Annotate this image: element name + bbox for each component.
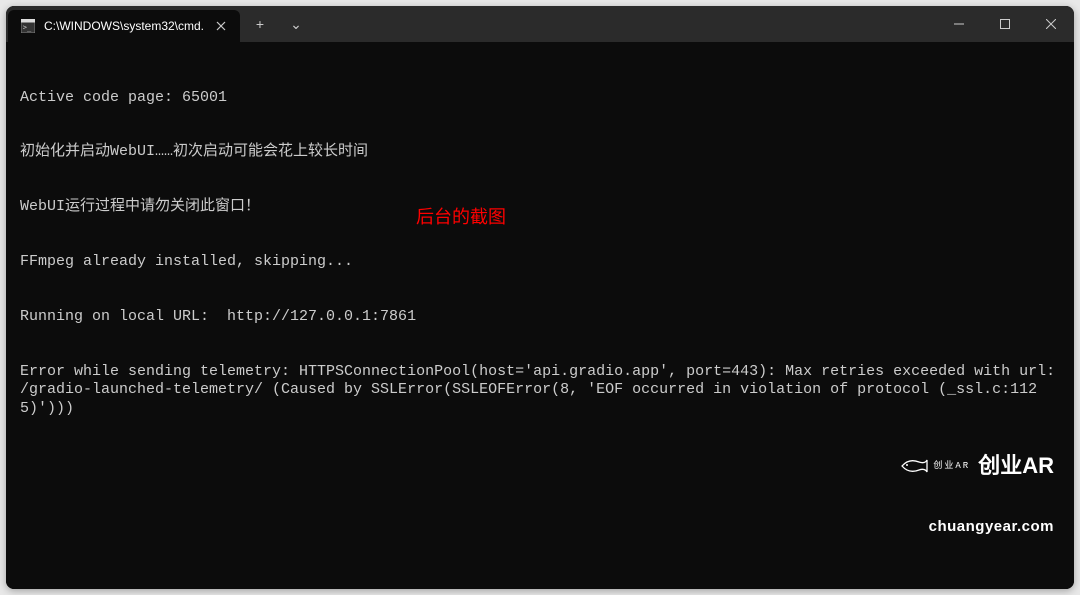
- terminal-line: 初始化并启动WebUI……初次启动可能会花上较长时间: [20, 143, 1060, 161]
- watermark: 创业AR 创业AR chuangyear.com: [899, 416, 1054, 573]
- cmd-icon: >_: [20, 18, 36, 34]
- titlebar-drag-area[interactable]: [316, 6, 936, 42]
- watermark-brand: 创业AR: [978, 453, 1054, 480]
- maximize-button[interactable]: [982, 6, 1028, 42]
- svg-text:>_: >_: [23, 24, 32, 32]
- tab-controls: + ⌄: [240, 6, 316, 42]
- fish-icon: [899, 456, 929, 476]
- terminal-line: Active code page: 65001: [20, 89, 1060, 107]
- window-controls: [936, 6, 1074, 42]
- titlebar[interactable]: >_ C:\WINDOWS\system32\cmd. + ⌄: [6, 6, 1074, 42]
- terminal-line: FFmpeg already installed, skipping...: [20, 253, 1060, 271]
- annotation-label: 后台的截图: [416, 207, 506, 229]
- tab-close-button[interactable]: [212, 17, 230, 35]
- watermark-logo: 创业AR: [899, 456, 970, 476]
- watermark-top: 创业AR 创业AR: [899, 453, 1054, 480]
- terminal-line: Error while sending telemetry: HTTPSConn…: [20, 363, 1060, 418]
- terminal-output[interactable]: Active code page: 65001 初始化并启动WebUI……初次启…: [6, 42, 1074, 589]
- tab-title: C:\WINDOWS\system32\cmd.: [44, 19, 204, 33]
- minimize-button[interactable]: [936, 6, 982, 42]
- close-button[interactable]: [1028, 6, 1074, 42]
- tab-active[interactable]: >_ C:\WINDOWS\system32\cmd.: [8, 10, 240, 42]
- tab-dropdown-button[interactable]: ⌄: [280, 10, 312, 38]
- terminal-line: WebUI运行过程中请勿关闭此窗口！: [20, 198, 1060, 216]
- watermark-url: chuangyear.com: [899, 518, 1054, 536]
- chevron-down-icon: ⌄: [290, 16, 302, 33]
- terminal-window: >_ C:\WINDOWS\system32\cmd. + ⌄: [6, 6, 1074, 589]
- new-tab-button[interactable]: +: [244, 10, 276, 38]
- watermark-small-text: 创业AR: [933, 462, 970, 471]
- plus-icon: +: [256, 16, 264, 32]
- terminal-line: Running on local URL: http://127.0.0.1:7…: [20, 308, 1060, 326]
